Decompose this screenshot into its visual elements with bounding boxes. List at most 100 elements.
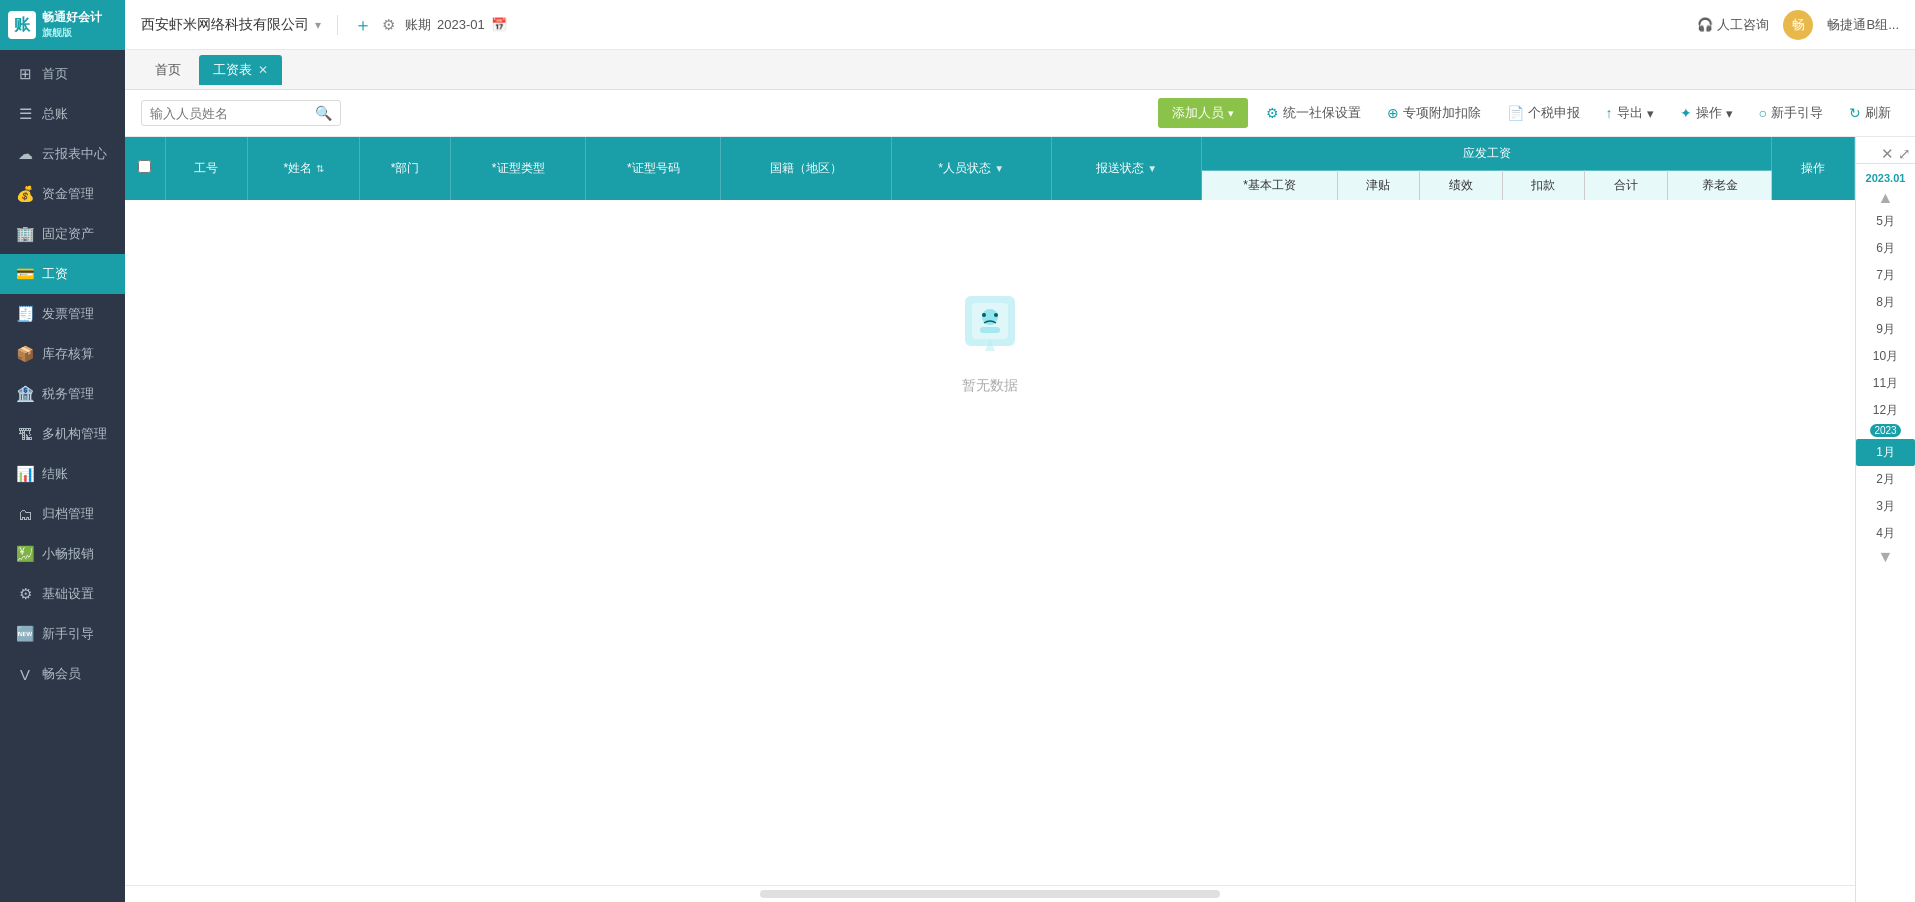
th-dept: *部门 [359,137,450,200]
month-9[interactable]: 9月 [1856,316,1915,343]
period-selector: 账期 2023-01 📅 [405,16,507,34]
month-nav-up[interactable]: ▲ [1878,188,1894,208]
month-11[interactable]: 11月 [1856,370,1915,397]
period-value: 2023-01 [437,17,485,32]
guide-icon: 🆕 [16,625,34,643]
operations-arrow-icon: ▾ [1726,106,1733,121]
social-security-icon: ⚙ [1266,105,1279,121]
company-settings-icon[interactable]: ⚙ [382,16,395,34]
filter-report-icon[interactable]: ▼ [1147,163,1157,174]
month-7[interactable]: 7月 [1856,262,1915,289]
add-company-button[interactable]: ＋ [354,13,372,37]
sidebar-item-cloud-report[interactable]: ☁ 云报表中心 [0,134,125,174]
avatar[interactable]: 畅 [1783,10,1813,40]
sidebar-item-settle[interactable]: 📊 结账 [0,454,125,494]
sidebar-item-label: 归档管理 [42,505,94,523]
select-all-checkbox[interactable] [138,160,151,173]
tabbar: 首页 工资表 ✕ [125,50,1915,90]
search-wrap[interactable]: 🔍 [141,100,341,126]
th-status: *人员状态 ▼ [892,137,1051,200]
th-performance: 绩效 [1420,171,1503,201]
toolbar: 🔍 添加人员 ▾ ⚙ 统一社保设置 ⊕ 专项附加扣除 📄 个税申报 ↑ 导出 ▾… [125,90,1915,137]
sidebar-item-label: 畅会员 [42,665,81,683]
svg-point-5 [994,313,998,317]
refresh-button[interactable]: ↻ 刷新 [1841,100,1899,126]
month-nav-down[interactable]: ▼ [1878,547,1894,567]
sidebar-item-label: 库存核算 [42,345,94,363]
empty-state: 暂无数据 [125,201,1855,475]
tab-home[interactable]: 首页 [141,55,195,85]
add-person-button[interactable]: 添加人员 ▾ [1158,98,1248,128]
month-1-active[interactable]: 1月 [1856,439,1915,466]
export-button[interactable]: ↑ 导出 ▾ [1598,100,1662,126]
month-4[interactable]: 4月 [1856,520,1915,547]
month-8[interactable]: 8月 [1856,289,1915,316]
special-deduction-button[interactable]: ⊕ 专项附加扣除 [1379,100,1489,126]
tab-salary-table[interactable]: 工资表 ✕ [199,55,282,85]
sidebar: 账 畅通好会计 旗舰版 ⊞ 首页 ☰ 总账 ☁ 云报表中心 💰 资金管理 🏢 固… [0,0,125,902]
special-deduction-label: 专项附加扣除 [1403,104,1481,122]
logo-icon: 账 [8,11,36,39]
search-icon: 🔍 [315,105,332,121]
calendar-icon[interactable]: 📅 [491,17,507,32]
sidebar-nav: ⊞ 首页 ☰ 总账 ☁ 云报表中心 💰 资金管理 🏢 固定资产 💳 工资 🧾 发… [0,50,125,902]
th-country: 国籍（地区） [721,137,892,200]
month-10[interactable]: 10月 [1856,343,1915,370]
sidebar-item-label: 云报表中心 [42,145,107,163]
tax-declare-icon: 📄 [1507,105,1524,121]
chevron-down-icon: ▾ [315,18,321,32]
sidebar-item-salary[interactable]: 💳 工资 [0,254,125,294]
sidebar-item-settings[interactable]: ⚙ 基础设置 [0,574,125,614]
cloud-icon: ☁ [16,145,34,163]
tab-close-icon[interactable]: ✕ [258,63,268,77]
archive-icon: 🗂 [16,506,34,523]
th-salary-group: 应发工资 [1202,137,1772,171]
month-12[interactable]: 12月 [1856,397,1915,424]
tax-declare-button[interactable]: 📄 个税申报 [1499,100,1588,126]
filter-status-icon[interactable]: ▼ [994,163,1004,174]
sidebar-item-expense[interactable]: 💹 小畅报销 [0,534,125,574]
sort-name-icon[interactable]: ⇅ [316,163,324,174]
search-input[interactable] [150,106,309,121]
sidebar-item-label: 多机构管理 [42,425,107,443]
period-display: 2023.01 [1866,168,1906,188]
horizontal-scrollbar[interactable] [760,890,1220,898]
th-id: 工号 [165,137,248,200]
expand-panel-icon[interactable]: ⤢ [1898,145,1911,163]
close-panel-icon[interactable]: ✕ [1881,145,1894,163]
username: 畅捷通B组... [1827,16,1899,34]
export-label: 导出 [1617,104,1643,122]
sidebar-logo: 账 畅通好会计 旗舰版 [0,0,125,50]
operations-button[interactable]: ✦ 操作 ▾ [1672,100,1741,126]
sidebar-item-inventory[interactable]: 📦 库存核算 [0,334,125,374]
sidebar-item-ledger[interactable]: ☰ 总账 [0,94,125,134]
th-actions: 操作 [1772,137,1855,200]
customer-service-button[interactable]: 🎧 人工咨询 [1697,16,1769,34]
sidebar-item-tax[interactable]: 🏦 税务管理 [0,374,125,414]
sidebar-item-multi-org[interactable]: 🏗 多机构管理 [0,414,125,454]
sidebar-item-guide[interactable]: 🆕 新手引导 [0,614,125,654]
month-5[interactable]: 5月 [1856,208,1915,235]
company-name: 西安虾米网络科技有限公司 [141,16,309,34]
tab-home-label: 首页 [155,61,181,79]
topbar: 西安虾米网络科技有限公司 ▾ ＋ ⚙ 账期 2023-01 📅 🎧 人工咨询 畅… [125,0,1915,50]
special-deduction-icon: ⊕ [1387,105,1399,121]
sidebar-item-label: 固定资产 [42,225,94,243]
month-3[interactable]: 3月 [1856,493,1915,520]
invoice-icon: 🧾 [16,305,34,323]
social-security-button[interactable]: ⚙ 统一社保设置 [1258,100,1369,126]
sidebar-item-funds[interactable]: 💰 资金管理 [0,174,125,214]
month-6[interactable]: 6月 [1856,235,1915,262]
sidebar-item-member[interactable]: V 畅会员 [0,654,125,694]
sidebar-item-invoice[interactable]: 🧾 发票管理 [0,294,125,334]
sidebar-item-archive[interactable]: 🗂 归档管理 [0,494,125,534]
app-name: 畅通好会计 [42,10,102,26]
month-2[interactable]: 2月 [1856,466,1915,493]
sidebar-item-home[interactable]: ⊞ 首页 [0,54,125,94]
guide-button[interactable]: ○ 新手引导 [1751,100,1831,126]
sidebar-item-label: 小畅报销 [42,545,94,563]
tax-icon: 🏦 [16,385,34,403]
funds-icon: 💰 [16,185,34,203]
company-selector[interactable]: 西安虾米网络科技有限公司 ▾ [141,16,321,34]
sidebar-item-fixed-assets[interactable]: 🏢 固定资产 [0,214,125,254]
